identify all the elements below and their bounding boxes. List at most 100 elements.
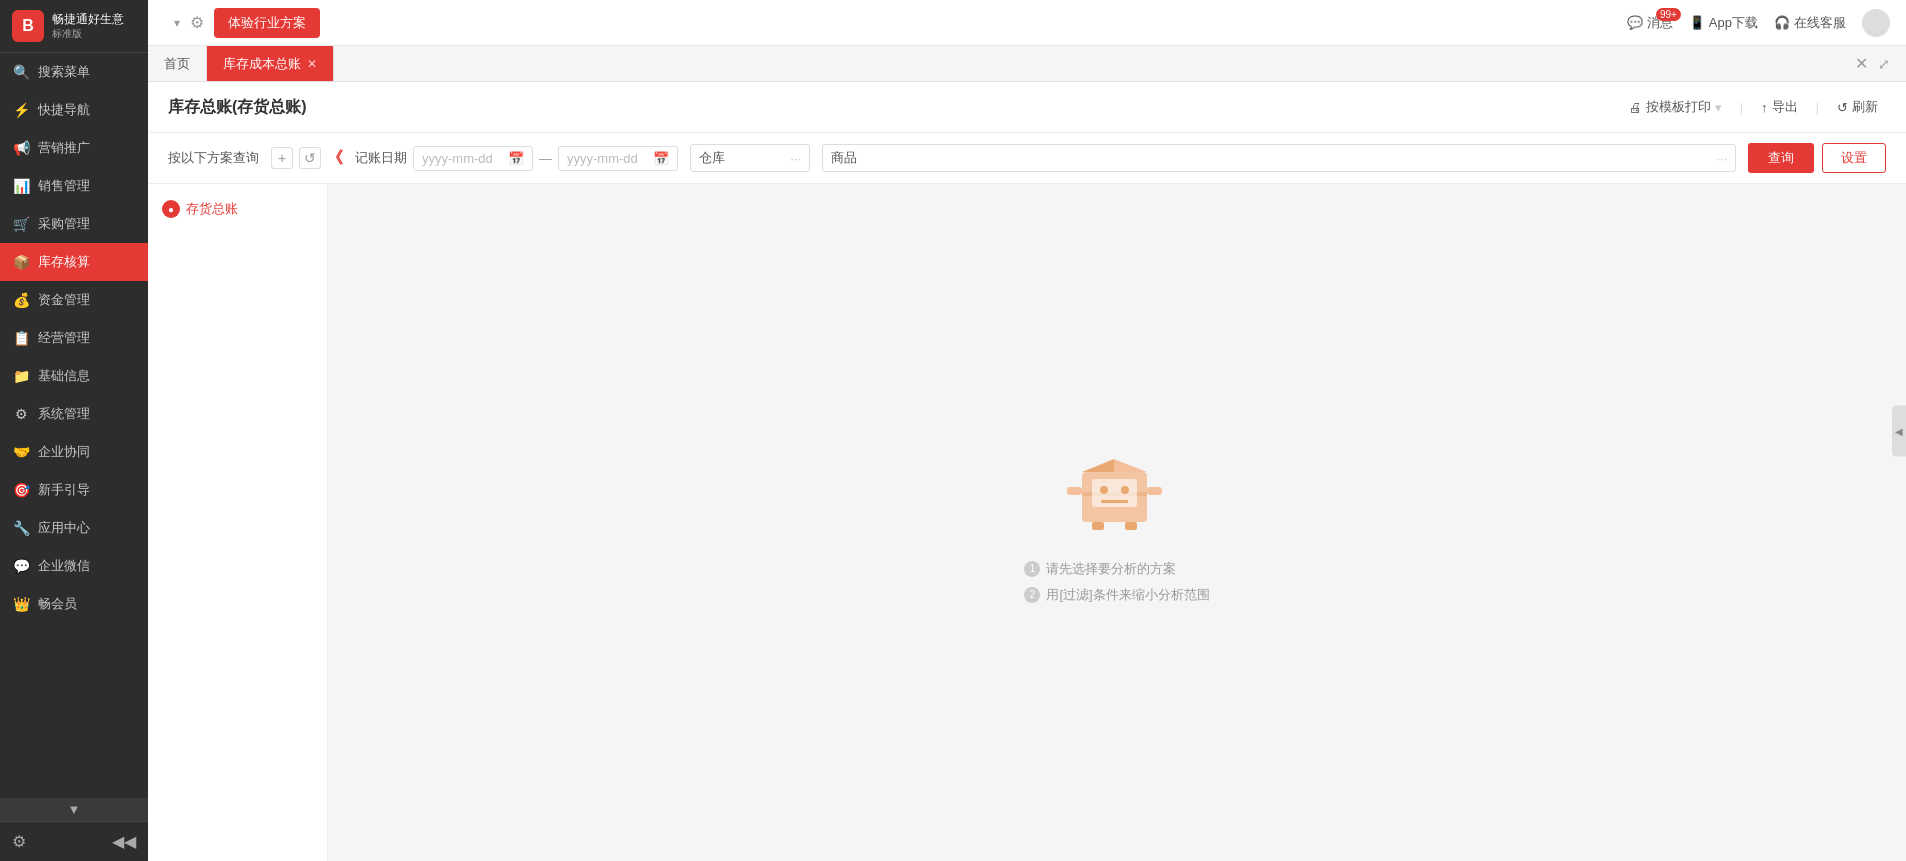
panel-expand-icon[interactable]: ✕ [1855,54,1868,73]
panel-resize-icon[interactable]: ⤢ [1878,56,1890,72]
export-btn[interactable]: ↑ 导出 [1753,94,1806,120]
inventory-icon: 📦 [12,253,30,271]
tip-num-1: 1 [1024,561,1040,577]
sidebar-item-inventory[interactable]: 📦 库存核算 [0,243,148,281]
sidebar-item-member[interactable]: 👑 畅会员 [0,585,148,623]
tip-num-2: 2 [1024,587,1040,603]
filter-date-end[interactable]: yyyy-mm-dd 📅 [558,146,678,171]
sidebar-scroll-down[interactable]: ▼ [0,798,148,821]
right-panel-toggle[interactable]: ◀ [1892,405,1906,456]
svg-rect-8 [1092,522,1104,530]
sidebar-item-label: 营销推广 [38,139,90,157]
filter-date-label: 记账日期 [355,149,407,167]
filter-date-start[interactable]: yyyy-mm-dd 📅 [413,146,533,171]
empty-tips: 1 请先选择要分析的方案 2 用[过滤]条件来缩小分析范围 [1024,556,1209,608]
sidebar-item-label: 企业微信 [38,557,90,575]
sidebar-nav: 🔍 搜索菜单 ⚡ 快捷导航 📢 营销推广 📊 销售管理 🛒 采购管理 📦 库存核… [0,53,148,798]
tab-home[interactable]: 首页 [148,46,207,81]
action-divider: | [1740,100,1743,115]
page-header: 库存总账(存货总账) 🖨 按模板打印 ▾ | ↑ 导出 | ↺ 刷新 [148,82,1906,133]
chevron-down-icon[interactable]: ▾ [174,16,180,30]
refresh-btn[interactable]: ↺ 刷新 [1829,94,1886,120]
app-name: 畅捷通好生意 [52,12,124,28]
calendar-start-icon[interactable]: 📅 [508,151,524,166]
sidebar-item-marketing[interactable]: 📢 营销推广 [0,129,148,167]
calendar-end-icon[interactable]: 📅 [653,151,669,166]
wechat-icon: 💬 [12,557,30,575]
sidebar-item-quick-nav[interactable]: ⚡ 快捷导航 [0,91,148,129]
refresh-icon: ↺ [1837,100,1848,115]
sidebar-item-search[interactable]: 🔍 搜索菜单 [0,53,148,91]
svg-rect-9 [1125,522,1137,530]
filter-bar: 按以下方案查询 + ↺ 《 记账日期 yyyy-mm-dd 📅 — yyyy-m… [148,133,1906,184]
tab-home-label: 首页 [164,55,190,73]
app-logo: B 畅捷通好生意 标准版 [0,0,148,53]
online-service-label: 在线客服 [1794,14,1846,32]
filter-add-btn[interactable]: + [271,147,293,169]
tab-inventory-cost[interactable]: 库存成本总账 ✕ [207,46,334,81]
online-service-item[interactable]: 🎧 在线客服 [1774,14,1846,32]
sidebar-item-guide[interactable]: 🎯 新手引导 [0,471,148,509]
print-btn[interactable]: 🖨 按模板打印 ▾ [1621,94,1730,120]
tab-close-icon[interactable]: ✕ [307,57,317,71]
query-button[interactable]: 查询 [1748,143,1814,173]
system-icon: ⚙ [12,405,30,423]
empty-illustration [1057,437,1177,540]
topbar-settings-icon[interactable]: ⚙ [190,13,204,32]
purchase-icon: 🛒 [12,215,30,233]
print-icon: 🖨 [1629,100,1642,115]
topbar: ▾ ⚙ 体验行业方案 💬 消息 99+ 📱 App下载 🎧 在线客服 [148,0,1906,46]
collapse-icon[interactable]: ◀◀ [112,832,136,851]
app-version: 标准版 [52,27,124,40]
filter-warehouse[interactable]: 仓库 ··· [690,144,810,172]
sidebar-item-cooperation[interactable]: 🤝 企业协同 [0,433,148,471]
sidebar-item-wechat[interactable]: 💬 企业微信 [0,547,148,585]
sidebar-item-operation[interactable]: 📋 经营管理 [0,319,148,357]
sidebar-item-finance[interactable]: 💰 资金管理 [0,281,148,319]
refresh-label: 刷新 [1852,98,1878,116]
basic-info-icon: 📁 [12,367,30,385]
page-title: 库存总账(存货总账) [168,97,307,118]
sidebar-item-label: 销售管理 [38,177,90,195]
user-avatar-item[interactable] [1862,9,1890,37]
tab-inventory-cost-label: 库存成本总账 [223,55,301,73]
sidebar-item-app-center[interactable]: 🔧 应用中心 [0,509,148,547]
sidebar-item-basic-info[interactable]: 📁 基础信息 [0,357,148,395]
warehouse-more-icon: ··· [790,151,801,166]
guide-icon: 🎯 [12,481,30,499]
date-separator: — [539,151,552,166]
export-label: 导出 [1772,98,1798,116]
sidebar-item-system[interactable]: ⚙ 系统管理 [0,395,148,433]
settings-button[interactable]: 设置 [1822,143,1886,173]
date-end-placeholder: yyyy-mm-dd [567,151,638,166]
sidebar-item-purchase[interactable]: 🛒 采购管理 [0,205,148,243]
scheme-item-inventory-ledger[interactable]: ● 存货总账 [148,192,327,226]
export-icon: ↑ [1761,100,1768,115]
sidebar-item-label: 搜索菜单 [38,63,90,81]
goods-more-icon: ··· [1716,151,1727,166]
app-download-item[interactable]: 📱 App下载 [1689,14,1758,32]
content-body: ● 存货总账 [148,184,1906,861]
messages-item[interactable]: 💬 消息 99+ [1627,14,1673,32]
scheme-item-label: 存货总账 [186,200,238,218]
filter-goods[interactable]: 商品 ··· [822,144,1736,172]
filter-date-group: 记账日期 yyyy-mm-dd 📅 — yyyy-mm-dd 📅 [355,146,678,171]
scheme-panel: ● 存货总账 [148,184,328,861]
filter-refresh-btn[interactable]: ↺ [299,147,321,169]
svg-rect-10 [1067,487,1082,495]
svg-marker-2 [1114,459,1147,472]
sidebar-item-sales[interactable]: 📊 销售管理 [0,167,148,205]
settings-icon[interactable]: ⚙ [12,832,26,851]
filter-collapse-btn[interactable]: 《 [327,148,343,169]
svg-point-6 [1121,486,1129,494]
finance-icon: 💰 [12,291,30,309]
svg-rect-11 [1147,487,1162,495]
goods-label: 商品 [831,149,857,167]
filter-actions: + ↺ 《 [271,147,343,169]
industry-btn[interactable]: 体验行业方案 [214,8,320,38]
topbar-right: 💬 消息 99+ 📱 App下载 🎧 在线客服 [1627,9,1890,37]
print-label: 按模板打印 [1646,98,1711,116]
sidebar-item-label: 应用中心 [38,519,90,537]
sidebar-item-label: 新手引导 [38,481,90,499]
operation-icon: 📋 [12,329,30,347]
